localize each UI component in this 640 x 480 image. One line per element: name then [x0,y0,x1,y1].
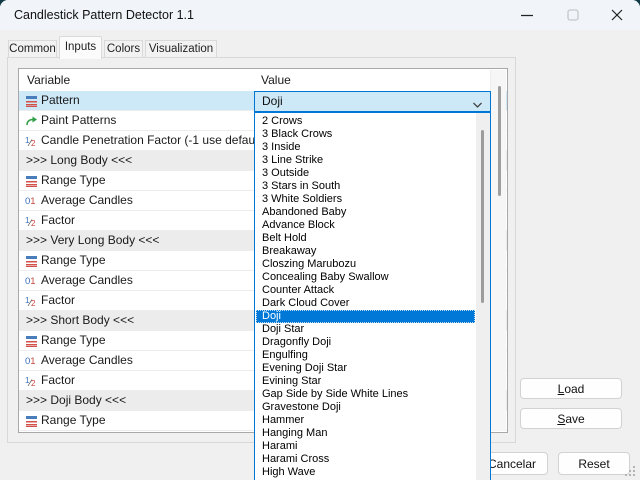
dropdown-item[interactable]: Abandoned Baby [256,206,475,219]
chevron-down-icon [472,98,483,112]
row-label: Factor [41,293,76,307]
table-header: Variable Value [19,69,507,92]
dropdown-item[interactable]: Gap Side by Side White Lines [256,388,475,401]
dropdown-item[interactable]: Concealing Baby Swallow [256,271,475,284]
close-icon [611,9,623,21]
dropdown-item[interactable]: 3 Line Strike [256,154,475,167]
list-icon [25,414,38,427]
maximize-icon [567,9,579,21]
dropdown-item[interactable]: Breakaway [256,245,475,258]
save-button[interactable]: Save [520,408,622,429]
paint-arrow-icon [25,114,38,127]
dropdown-item[interactable]: Hammer [256,414,475,427]
dropdown-item[interactable]: Advance Block [256,219,475,232]
minimize-icon [521,14,533,17]
dropdown-item[interactable]: 3 Black Crows [256,128,475,141]
row-label: >>> Short Body <<< [26,313,135,327]
list-icon [25,174,38,187]
list-icon [25,94,38,107]
dropdown-item[interactable]: 3 Outside [256,167,475,180]
column-header-value: Value [261,73,291,87]
table-scrollbar-thumb[interactable] [498,86,501,196]
row-label: >>> Long Body <<< [26,153,133,167]
reset-button[interactable]: Reset [558,452,630,475]
dropdown-item[interactable]: Harami Cross [256,453,475,466]
row-label: Range Type [41,413,106,427]
dropdown-item[interactable]: 3 Inside [256,141,475,154]
pattern-value-combobox[interactable]: Doji [254,91,491,112]
dropdown-item[interactable]: Evining Star [256,375,475,388]
row-label: Factor [41,373,76,387]
dropdown-item[interactable]: 3 White Soldiers [256,193,475,206]
row-label: Average Candles [41,273,133,287]
dropdown-item[interactable]: Harami [256,440,475,453]
close-button[interactable] [597,0,637,30]
maximize-button[interactable] [553,0,593,30]
dropdown-item[interactable]: Doji [256,310,475,323]
dropdown-item[interactable]: Dragonfly Doji [256,336,475,349]
list-icon [25,254,38,267]
dialog-window: Candlestick Pattern Detector 1.1 Common I… [0,0,640,480]
dropdown-item[interactable]: Belt Hold [256,232,475,245]
row-label: >>> Very Long Body <<< [26,233,160,247]
dropdown-scrollbar[interactable] [476,113,490,480]
numeric-icon: 01 [25,276,36,287]
row-label: Average Candles [41,353,133,367]
table-scrollbar[interactable] [490,70,506,431]
row-label: Range Type [41,333,106,347]
dropdown-item[interactable]: Evening Doji Star [256,362,475,375]
row-label: Range Type [41,173,106,187]
dropdown-item[interactable]: 2 Crows [256,115,475,128]
numeric-icon: 01 [25,196,36,207]
tab-inputs[interactable]: Inputs [59,36,102,59]
fraction-icon: 1⁄2 [25,216,36,228]
row-label: Average Candles [41,193,133,207]
list-icon [25,334,38,347]
fraction-icon: 1⁄2 [25,136,36,148]
row-label: >>> Doji Body <<< [26,393,127,407]
row-label: Range Type [41,253,106,267]
fraction-icon: 1⁄2 [25,296,36,308]
row-label: Candle Penetration Factor (-1 use defaul… [41,133,266,147]
tab-visualization[interactable]: Visualization [145,40,217,58]
dropdown-item[interactable]: Dark Cloud Cover [256,297,475,310]
fraction-icon: 1⁄2 [25,376,36,388]
window-title: Candlestick Pattern Detector 1.1 [14,8,194,22]
row-label: Factor [41,213,76,227]
pattern-dropdown-list: 2 Crows 3 Black Crows 3 Inside 3 Line Strik… [254,112,491,480]
titlebar: Candlestick Pattern Detector 1.1 [0,0,640,30]
dropdown-item[interactable]: Counter Attack [256,284,475,297]
dropdown-item[interactable]: Gravestone Doji [256,401,475,414]
tab-colors[interactable]: Colors [104,40,143,58]
combobox-value: Doji [262,94,283,108]
load-button[interactable]: Load [520,378,622,399]
column-header-variable: Variable [27,73,71,87]
dropdown-scrollbar-thumb[interactable] [481,130,484,303]
dropdown-items: 2 Crows 3 Black Crows 3 Inside 3 Line Strik… [256,115,475,479]
row-label: Paint Patterns [41,113,117,127]
minimize-button[interactable] [507,0,547,30]
dropdown-item[interactable]: High Wave [256,466,475,479]
resize-grip[interactable] [625,466,635,476]
dropdown-item[interactable]: Closzing Marubozu [256,258,475,271]
dropdown-item[interactable]: Engulfing [256,349,475,362]
dropdown-item[interactable]: 3 Stars in South [256,180,475,193]
numeric-icon: 01 [25,356,36,367]
row-label: Pattern [41,93,80,107]
dropdown-item[interactable]: Hanging Man [256,427,475,440]
dropdown-item[interactable]: Doji Star [256,323,475,336]
tab-common[interactable]: Common [8,40,57,58]
